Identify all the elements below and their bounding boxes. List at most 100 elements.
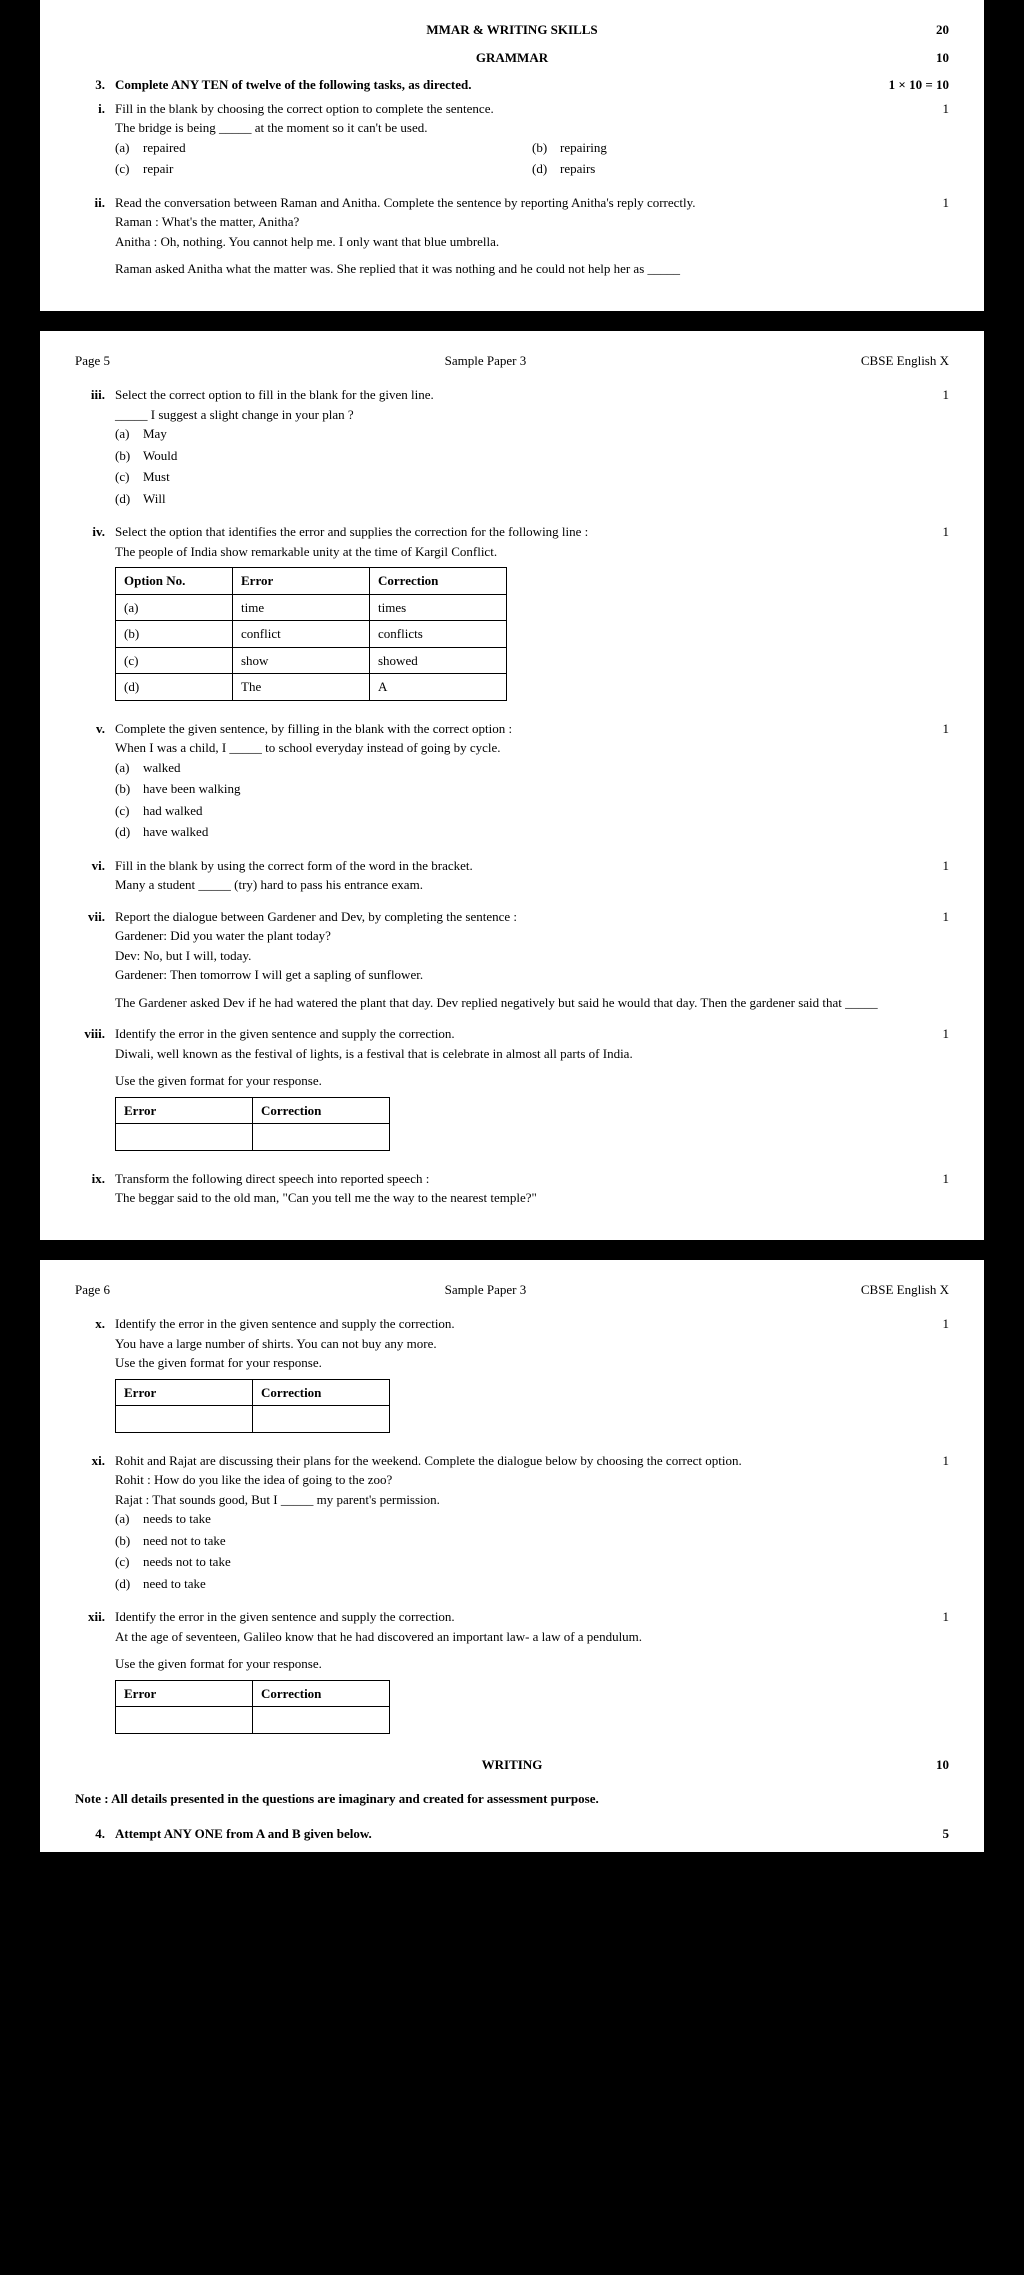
table-row: (a)timetimes xyxy=(116,594,507,621)
question-line: Gardener: Did you water the plant today? xyxy=(115,926,949,946)
question-line: Rohit : How do you like the idea of goin… xyxy=(115,1470,949,1490)
table-row: Option No.ErrorCorrection xyxy=(116,568,507,595)
paper-title: Sample Paper 3 xyxy=(445,351,527,371)
question-marks: 1 xyxy=(943,907,950,927)
question-line: You have a large number of shirts. You c… xyxy=(115,1334,949,1354)
question-text: Attempt ANY ONE from A and B given below… xyxy=(115,1826,372,1841)
section-title: WRITING xyxy=(482,1757,543,1772)
question-body: Identify the error in the given sentence… xyxy=(115,1024,949,1157)
question-body: Report the dialogue between Gardener and… xyxy=(115,907,949,1013)
question-line: Anitha : Oh, nothing. You cannot help me… xyxy=(115,232,949,252)
question-vii: vii. Report the dialogue between Gardene… xyxy=(75,907,949,1013)
section-marks: 20 xyxy=(936,20,949,40)
question-line: The Gardener asked Dev if he had watered… xyxy=(115,993,949,1013)
option-c: (c)Must xyxy=(115,467,919,487)
question-line: Select the correct option to fill in the… xyxy=(115,385,949,405)
page-header: Page 5 Sample Paper 3 CBSE English X xyxy=(75,351,949,371)
question-line: The bridge is being _____ at the moment … xyxy=(115,118,949,138)
question-line: Fill in the blank by choosing the correc… xyxy=(115,99,949,119)
page-number: Page 5 xyxy=(75,351,110,371)
question-v: v. Complete the given sentence, by filli… xyxy=(75,719,949,844)
table-row xyxy=(116,1406,390,1433)
question-x: x. Identify the error in the given sente… xyxy=(75,1314,949,1439)
question-number: xi. xyxy=(75,1451,115,1596)
option-d: (d)need to take xyxy=(115,1574,919,1594)
subsection-title: GRAMMAR xyxy=(476,48,548,68)
correction-table: ErrorCorrection xyxy=(115,1680,390,1734)
question-body: Identify the error in the given sentence… xyxy=(115,1607,949,1740)
question-body: Rohit and Rajat are discussing their pla… xyxy=(115,1451,949,1596)
question-number: 4. xyxy=(75,1824,115,1844)
options-right: (b)repairing (d)repairs xyxy=(532,138,949,181)
question-line: Use the given format for your response. xyxy=(115,1654,949,1674)
question-marks: 1 xyxy=(943,522,950,542)
question-number: ix. xyxy=(75,1169,115,1208)
question-number: 3. xyxy=(75,75,115,95)
table-row xyxy=(116,1707,390,1734)
table-row: (b)conflictconflicts xyxy=(116,621,507,648)
question-marks: 5 xyxy=(943,1824,950,1844)
page-number: Page 6 xyxy=(75,1280,110,1300)
correction-table: Option No.ErrorCorrection (a)timetimes (… xyxy=(115,567,507,701)
note-text: Note : All details presented in the ques… xyxy=(75,1789,949,1809)
question-number: iii. xyxy=(75,385,115,510)
question-body: Fill in the blank by using the correct f… xyxy=(115,856,949,895)
question-xi: xi. Rohit and Rajat are discussing their… xyxy=(75,1451,949,1596)
subject-label: CBSE English X xyxy=(861,1280,949,1300)
writing-section: WRITING 10 xyxy=(75,1755,949,1775)
option-c: (c)repair xyxy=(115,159,502,179)
question-line: Dev: No, but I will, today. xyxy=(115,946,949,966)
table-row: ErrorCorrection xyxy=(116,1680,390,1707)
option-b: (b)Would xyxy=(115,446,919,466)
question-marks: 1 xyxy=(943,1024,950,1044)
option-d: (d)repairs xyxy=(532,159,919,179)
question-marks: 1 xyxy=(943,719,950,739)
question-marks: 1 xyxy=(943,193,950,213)
option-a: (a)May xyxy=(115,424,919,444)
question-marks: 1 xyxy=(943,1314,950,1334)
subsection-marks: 10 xyxy=(936,48,949,68)
question-body: Transform the following direct speech in… xyxy=(115,1169,949,1208)
correction-table: ErrorCorrection xyxy=(115,1097,390,1151)
question-line: _____ I suggest a slight change in your … xyxy=(115,405,949,425)
question-text: Complete ANY TEN of twelve of the follow… xyxy=(115,77,472,92)
question-line: Use the given format for your response. xyxy=(115,1071,949,1091)
question-marks: 1 xyxy=(943,1607,950,1627)
page-2: Page 5 Sample Paper 3 CBSE English X iii… xyxy=(40,331,984,1240)
question-marks: 1 xyxy=(943,1169,950,1189)
question-number: vi. xyxy=(75,856,115,895)
question-number: xii. xyxy=(75,1607,115,1740)
options-left: (a)repaired (c)repair xyxy=(115,138,532,181)
question-line: Raman : What's the matter, Anitha? xyxy=(115,212,949,232)
question-line: Rohit and Rajat are discussing their pla… xyxy=(115,1451,949,1471)
question-number: v. xyxy=(75,719,115,844)
question-body: Select the correct option to fill in the… xyxy=(115,385,949,510)
question-number: i. xyxy=(75,99,115,181)
subject-label: CBSE English X xyxy=(861,351,949,371)
question-line: Use the given format for your response. xyxy=(115,1353,949,1373)
question-number: viii. xyxy=(75,1024,115,1157)
correction-table: ErrorCorrection xyxy=(115,1379,390,1433)
question-line: Identify the error in the given sentence… xyxy=(115,1607,949,1627)
option-c: (c)needs not to take xyxy=(115,1552,919,1572)
table-row: ErrorCorrection xyxy=(116,1379,390,1406)
question-line: At the age of seventeen, Galileo know th… xyxy=(115,1627,949,1647)
question-i: i. Fill in the blank by choosing the cor… xyxy=(75,99,949,181)
question-iv: iv. Select the option that identifies th… xyxy=(75,522,949,707)
question-body: Complete the given sentence, by filling … xyxy=(115,719,949,844)
question-line: Many a student _____ (try) hard to pass … xyxy=(115,875,949,895)
question-marks: 1 × 10 = 10 xyxy=(889,75,949,95)
question-line: Report the dialogue between Gardener and… xyxy=(115,907,949,927)
question-marks: 1 xyxy=(943,385,950,405)
question-marks: 1 xyxy=(943,99,950,119)
table-row: (d)TheA xyxy=(116,674,507,701)
question-line: When I was a child, I _____ to school ev… xyxy=(115,738,949,758)
question-number: x. xyxy=(75,1314,115,1439)
option-a: (a)walked xyxy=(115,758,919,778)
table-row: (c)showshowed xyxy=(116,647,507,674)
option-b: (b)have been walking xyxy=(115,779,919,799)
question-iii: iii. Select the correct option to fill i… xyxy=(75,385,949,510)
question-line: Identify the error in the given sentence… xyxy=(115,1024,949,1044)
question-line: Read the conversation between Raman and … xyxy=(115,193,949,213)
question-ix: ix. Transform the following direct speec… xyxy=(75,1169,949,1208)
